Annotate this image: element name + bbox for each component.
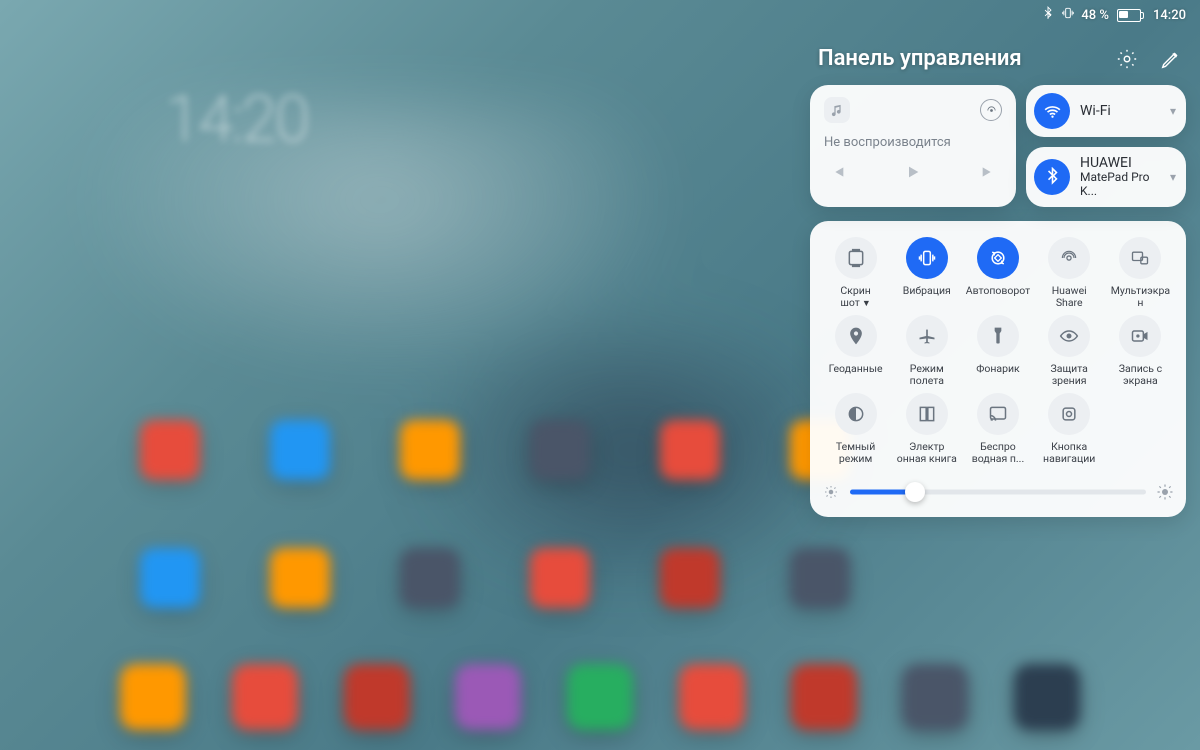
tile-autorotate[interactable]: Автоповорот bbox=[964, 237, 1031, 309]
tile-screenshot[interactable]: Скриншот▼ bbox=[822, 237, 889, 309]
quick-settings-card: Скриншот▼ Вибрация Автоповорот HuaweiShare М… bbox=[810, 221, 1186, 518]
app-icon[interactable] bbox=[660, 420, 720, 480]
settings-icon[interactable] bbox=[1116, 48, 1138, 70]
tile-huawei-share[interactable]: HuaweiShare bbox=[1036, 237, 1103, 309]
tile-label: Режимполета bbox=[910, 363, 944, 387]
vibrate-status-icon bbox=[1061, 6, 1075, 24]
app-icon[interactable] bbox=[791, 664, 857, 730]
brightness-slider[interactable] bbox=[850, 481, 1146, 503]
location-icon bbox=[835, 315, 877, 357]
app-icon[interactable] bbox=[140, 548, 200, 608]
dock bbox=[120, 664, 1080, 730]
status-bar: 48 % 14:20 bbox=[1041, 6, 1186, 24]
chevron-down-icon[interactable]: ▾ bbox=[1166, 170, 1176, 184]
cast-icon bbox=[977, 393, 1019, 435]
tile-wireless-proj[interactable]: Беспроводная п... bbox=[964, 393, 1031, 465]
app-icon[interactable] bbox=[120, 664, 186, 730]
multiscreen-icon bbox=[1119, 237, 1161, 279]
tile-vibration[interactable]: Вибрация bbox=[893, 237, 960, 309]
edit-icon[interactable] bbox=[1160, 48, 1182, 70]
app-icon[interactable] bbox=[232, 664, 298, 730]
share-icon bbox=[1048, 237, 1090, 279]
tile-eyecare[interactable]: Защитазрения bbox=[1036, 315, 1103, 387]
bluetooth-toggle[interactable]: HUAWEI MatePad Pro K... ▾ bbox=[1026, 147, 1186, 207]
app-icon[interactable] bbox=[530, 548, 590, 608]
tile-navkey[interactable]: Кнопканавигации bbox=[1036, 393, 1103, 465]
app-icon[interactable] bbox=[455, 664, 521, 730]
app-icon[interactable] bbox=[530, 420, 590, 480]
media-status-text: Не воспроизводится bbox=[824, 135, 1002, 150]
tile-label: Кнопканавигации bbox=[1043, 441, 1095, 465]
tile-label: Запись сэкрана bbox=[1119, 363, 1162, 387]
eye-icon bbox=[1048, 315, 1090, 357]
bluetooth-icon bbox=[1034, 159, 1070, 195]
book-icon bbox=[906, 393, 948, 435]
tile-label: Скриншот▼ bbox=[840, 285, 871, 309]
tile-label: Беспроводная п... bbox=[972, 441, 1024, 465]
app-icon[interactable] bbox=[1014, 664, 1080, 730]
app-icon[interactable] bbox=[790, 548, 850, 608]
wifi-icon bbox=[1034, 93, 1070, 129]
app-icon[interactable] bbox=[679, 664, 745, 730]
tile-label: Фонарик bbox=[976, 363, 1020, 387]
home-clock: 14:20 bbox=[165, 82, 308, 157]
app-icon[interactable] bbox=[344, 664, 410, 730]
home-icons-row-2 bbox=[140, 548, 850, 608]
music-icon bbox=[824, 97, 850, 123]
app-icon[interactable] bbox=[270, 420, 330, 480]
tile-label: Мультиэкран bbox=[1111, 285, 1170, 309]
home-icons-row-1 bbox=[140, 420, 850, 480]
chevron-down-icon[interactable]: ▾ bbox=[1166, 104, 1176, 118]
brightness-high-icon bbox=[1156, 483, 1174, 501]
tile-screenrec[interactable]: Запись сэкрана bbox=[1107, 315, 1174, 387]
flashlight-icon bbox=[977, 315, 1019, 357]
media-card: Не воспроизводится bbox=[810, 85, 1016, 207]
app-icon[interactable] bbox=[567, 664, 633, 730]
app-icon[interactable] bbox=[140, 420, 200, 480]
tile-label: HuaweiShare bbox=[1052, 285, 1087, 309]
bluetooth-status-icon bbox=[1041, 6, 1055, 24]
control-panel: Панель управления Не воспроизводится bbox=[810, 40, 1186, 517]
media-next-button[interactable] bbox=[980, 164, 996, 185]
brightness-slider-row bbox=[822, 481, 1174, 503]
screenshot-icon bbox=[835, 237, 877, 279]
tile-label: Вибрация bbox=[903, 285, 951, 309]
app-icon[interactable] bbox=[660, 548, 720, 608]
navkey-icon bbox=[1048, 393, 1090, 435]
wifi-label: Wi-Fi bbox=[1080, 103, 1156, 119]
app-icon[interactable] bbox=[902, 664, 968, 730]
battery-icon bbox=[1117, 9, 1141, 22]
tile-label: Автоповорот bbox=[966, 285, 1030, 309]
tile-label: Электронная книга bbox=[897, 441, 957, 465]
panel-title: Панель управления bbox=[818, 46, 1022, 71]
autorotate-icon bbox=[977, 237, 1019, 279]
tile-flashlight[interactable]: Фонарик bbox=[964, 315, 1031, 387]
brightness-low-icon bbox=[822, 483, 840, 501]
tile-label: Защитазрения bbox=[1051, 363, 1088, 387]
airplane-icon bbox=[906, 315, 948, 357]
app-icon[interactable] bbox=[270, 548, 330, 608]
wifi-toggle[interactable]: Wi-Fi ▾ bbox=[1026, 85, 1186, 137]
tile-label: Геоданные bbox=[829, 363, 883, 387]
bluetooth-label: HUAWEI MatePad Pro K... bbox=[1080, 155, 1156, 199]
tile-airplane[interactable]: Режимполета bbox=[893, 315, 960, 387]
media-prev-button[interactable] bbox=[830, 164, 846, 185]
status-time: 14:20 bbox=[1153, 8, 1186, 23]
media-play-button[interactable] bbox=[905, 164, 921, 185]
tile-multiscreen[interactable]: Мультиэкран bbox=[1107, 237, 1174, 309]
tile-location[interactable]: Геоданные bbox=[822, 315, 889, 387]
media-output-icon[interactable] bbox=[980, 99, 1002, 121]
app-icon[interactable] bbox=[400, 420, 460, 480]
tile-ebook[interactable]: Электронная книга bbox=[893, 393, 960, 465]
dark-icon bbox=[835, 393, 877, 435]
vibration-icon bbox=[906, 237, 948, 279]
app-icon[interactable] bbox=[400, 548, 460, 608]
tile-label: Темныйрежим bbox=[836, 441, 875, 465]
battery-percent-text: 48 % bbox=[1081, 8, 1109, 23]
tile-darkmode[interactable]: Темныйрежим bbox=[822, 393, 889, 465]
record-icon bbox=[1119, 315, 1161, 357]
